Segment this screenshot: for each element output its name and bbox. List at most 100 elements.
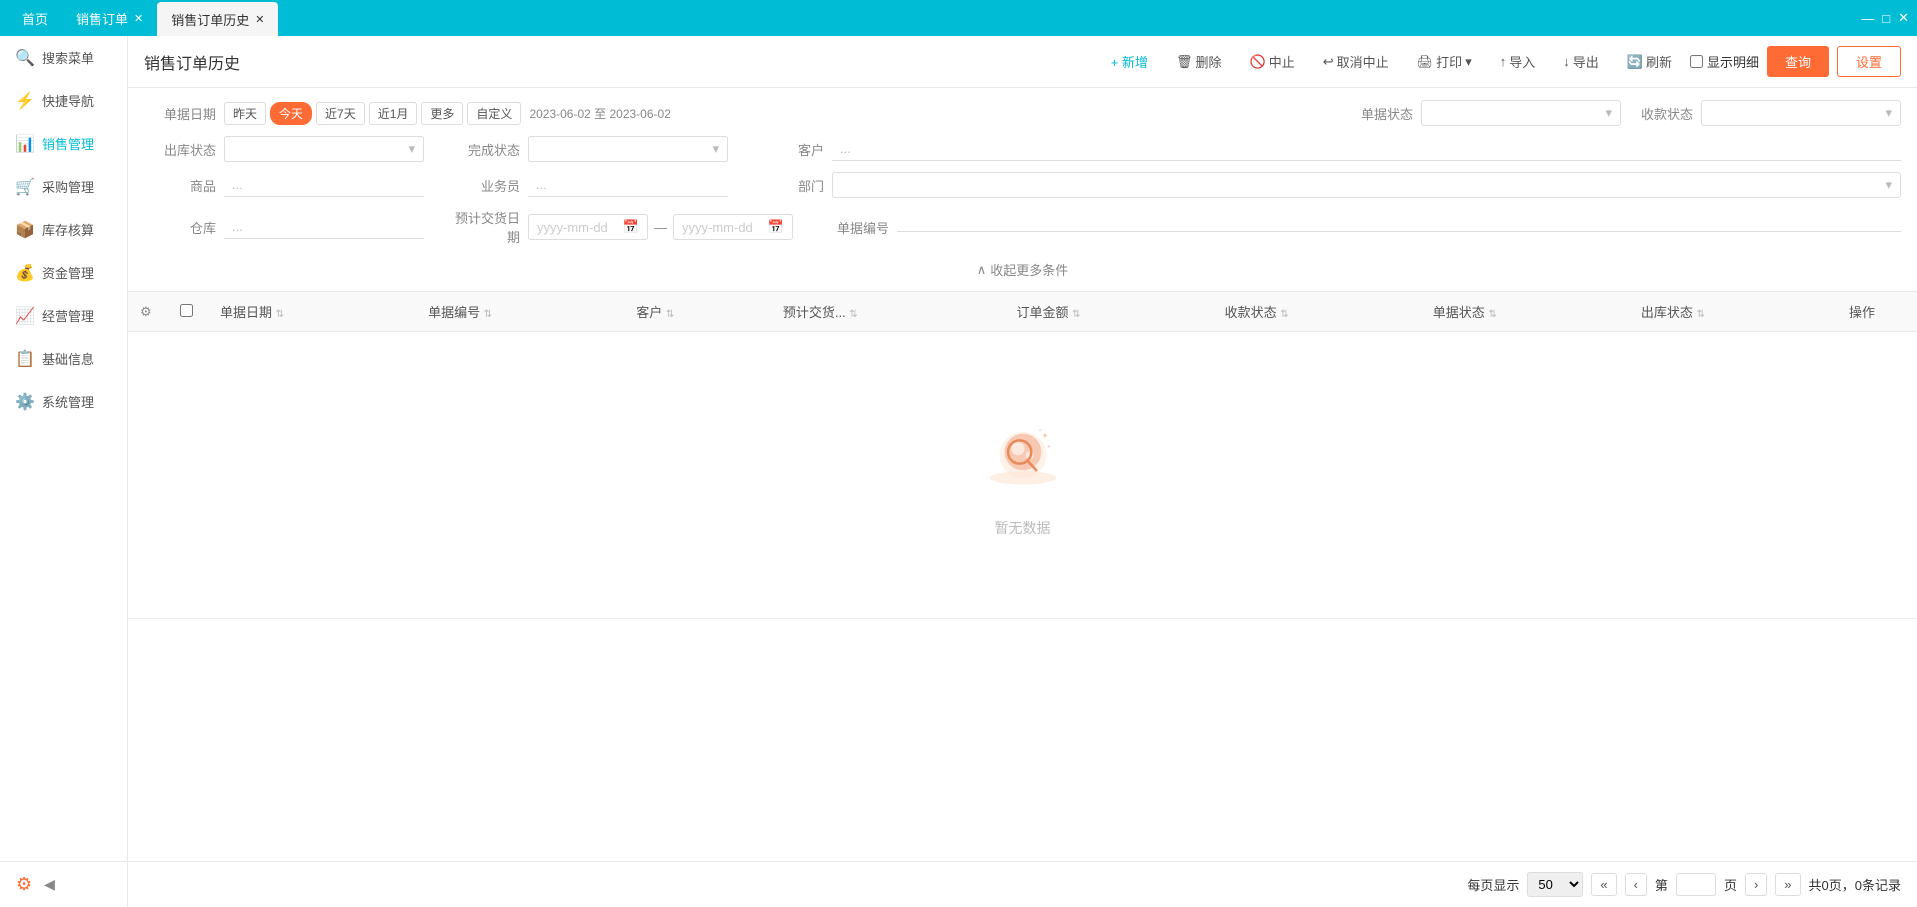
sidebar-item-quick-nav[interactable]: ⚡ 快捷导航 <box>0 79 127 122</box>
tab-sales-order-close[interactable]: ✕ <box>134 12 143 25</box>
calendar-icon-from: 📅 <box>623 219 639 235</box>
main-layout: 🔍 搜索菜单 ⚡ 快捷导航 📊 销售管理 🛒 采购管理 📦 库存核算 💰 资金管… <box>0 36 1917 907</box>
table-th-operation: 操作 <box>1837 292 1917 332</box>
sales-person-input[interactable]: ... <box>528 173 728 197</box>
collapse-link[interactable]: ∧ 收起更多条件 <box>144 256 1901 279</box>
table-th-amount[interactable]: 订单金额 ⇅ <box>1005 292 1213 332</box>
sidebar-item-sys-mgmt[interactable]: ⚙️ 系统管理 <box>0 380 127 423</box>
stop-button[interactable]: 🚫 中止 <box>1240 47 1305 76</box>
order-number-input[interactable] <box>897 223 1901 232</box>
minimize-button[interactable]: — <box>1861 11 1874 26</box>
table-th-order-status[interactable]: 单据状态 ⇅ <box>1421 292 1629 332</box>
query-button[interactable]: 查询 <box>1767 46 1829 77</box>
sidebar-item-sys-mgmt-label: 系统管理 <box>42 392 94 411</box>
import-button[interactable]: ↑ 导入 <box>1490 47 1546 76</box>
tab-sales-order-history[interactable]: 销售订单历史 ✕ <box>157 2 278 36</box>
settings-button[interactable]: 设置 <box>1837 46 1901 77</box>
sort-delivery-icon: ⇅ <box>849 309 857 320</box>
tab-sales-order-history-close[interactable]: ✕ <box>255 13 264 26</box>
outbound-status-select[interactable]: ▾ <box>224 136 424 162</box>
order-status-label: 单据状态 <box>1341 104 1421 123</box>
completion-status-select[interactable]: ▾ <box>528 136 728 162</box>
delete-button[interactable]: 🗑 删除 <box>1166 47 1232 76</box>
product-input[interactable]: ... <box>224 173 424 197</box>
receipt-status-label: 收款状态 <box>1621 104 1701 123</box>
sidebar-item-inventory[interactable]: 📦 库存核算 <box>0 208 127 251</box>
sidebar-item-base-info-label: 基础信息 <box>42 349 94 368</box>
sidebar-item-finance[interactable]: 💰 资金管理 <box>0 251 127 294</box>
table-th-date[interactable]: 单据日期 ⇅ <box>208 292 416 332</box>
sidebar-bottom: ⚙ ◀ <box>0 861 127 907</box>
receipt-status-select[interactable]: ▾ <box>1701 100 1901 126</box>
customer-input[interactable]: ... <box>832 137 1901 161</box>
sales-person-label: 业务员 <box>448 176 528 195</box>
svg-text:✦: ✦ <box>1046 444 1051 451</box>
export-button[interactable]: ↓ 导出 <box>1553 47 1609 76</box>
calendar-icon-to: 📅 <box>768 219 784 235</box>
table-th-receipt-status[interactable]: 收款状态 ⇅ <box>1213 292 1421 332</box>
close-button[interactable]: ✕ <box>1898 10 1909 26</box>
print-icon: 🖨 <box>1417 54 1434 70</box>
delivery-date-to[interactable]: yyyy-mm-dd 📅 <box>673 214 793 240</box>
export-icon: ↓ <box>1563 54 1570 69</box>
sidebar-collapse-icon[interactable]: ◀ <box>44 876 55 893</box>
table-gear-icon[interactable]: ⚙ <box>140 304 152 319</box>
per-page-select[interactable]: 50 10 20 100 <box>1527 872 1583 897</box>
last-page-button[interactable]: » <box>1775 873 1800 896</box>
sales-icon: 📊 <box>16 135 34 153</box>
empty-row: ✦ ✦ ✦ 暂无数据 <box>128 332 1917 619</box>
delete-icon: 🗑 <box>1176 54 1193 70</box>
tab-sales-order[interactable]: 销售订单 ✕ <box>62 0 157 36</box>
finance-icon: 💰 <box>16 264 34 282</box>
delivery-date-from[interactable]: yyyy-mm-dd 📅 <box>528 214 648 240</box>
table-th-number[interactable]: 单据编号 ⇅ <box>416 292 624 332</box>
date-btn-7days[interactable]: 近7天 <box>316 102 365 125</box>
show-detail-checkbox-label[interactable]: 显示明细 <box>1690 52 1759 71</box>
page-input[interactable]: 1 <box>1676 873 1716 896</box>
table-th-checkbox <box>168 292 208 332</box>
first-page-button[interactable]: « <box>1591 873 1616 896</box>
maximize-button[interactable]: □ <box>1882 11 1890 26</box>
total-info: 共0页，0条记录 <box>1809 875 1901 894</box>
filter-row-2: 出库状态 ▾ 完成状态 ▾ 客户 ... <box>144 136 1901 162</box>
tab-home-label: 首页 <box>22 9 48 28</box>
prev-page-button[interactable]: ‹ <box>1625 873 1647 896</box>
sidebar-item-purchase-mgmt[interactable]: 🛒 采购管理 <box>0 165 127 208</box>
table-th-customer[interactable]: 客户 ⇅ <box>624 292 771 332</box>
date-btn-today[interactable]: 今天 <box>270 102 312 125</box>
sidebar-item-base-info[interactable]: 📋 基础信息 <box>0 337 127 380</box>
tab-home[interactable]: 首页 <box>8 0 62 36</box>
sidebar-item-search-menu[interactable]: 🔍 搜索菜单 <box>0 36 127 79</box>
tab-sales-order-label: 销售订单 <box>76 9 128 28</box>
date-btn-1month[interactable]: 近1月 <box>369 102 418 125</box>
select-all-checkbox[interactable] <box>180 304 193 317</box>
pagination: 每页显示 50 10 20 100 « ‹ 第 1 页 › » 共0页，0条记录 <box>128 861 1917 907</box>
sidebar-item-sales-mgmt[interactable]: 📊 销售管理 <box>0 122 127 165</box>
filter-row-1: 单据日期 昨天 今天 近7天 近1月 更多 自定义 2023-06-02 至 2… <box>144 100 1901 126</box>
print-button[interactable]: 🖨 打印 ▾ <box>1407 47 1482 76</box>
search-icon: 🔍 <box>16 49 34 67</box>
cancel-stop-button[interactable]: ↩ 取消中止 <box>1313 47 1399 76</box>
date-label: 单据日期 <box>144 104 224 123</box>
sidebar-item-operations[interactable]: 📈 经营管理 <box>0 294 127 337</box>
show-detail-checkbox[interactable] <box>1690 55 1703 68</box>
cancel-stop-icon: ↩ <box>1323 54 1334 70</box>
sidebar-settings-icon[interactable]: ⚙ <box>16 874 32 895</box>
next-page-button[interactable]: › <box>1745 873 1767 896</box>
date-btn-custom[interactable]: 自定义 <box>467 102 521 125</box>
date-btn-yesterday[interactable]: 昨天 <box>224 102 266 125</box>
operations-icon: 📈 <box>16 307 34 325</box>
date-btn-more[interactable]: 更多 <box>421 102 463 125</box>
department-select[interactable]: ▾ <box>832 172 1901 198</box>
refresh-button[interactable]: 🔄 刷新 <box>1617 47 1682 76</box>
refresh-icon: 🔄 <box>1627 54 1643 70</box>
sort-number-icon: ⇅ <box>484 309 492 320</box>
table-th-outbound-status[interactable]: 出库状态 ⇅ <box>1629 292 1837 332</box>
table-th-delivery[interactable]: 预计交货... ⇅ <box>771 292 1005 332</box>
table-container: ⚙ 单据日期 ⇅ 单据编号 ⇅ <box>128 292 1917 861</box>
order-status-select[interactable]: ▾ <box>1421 100 1621 126</box>
new-button[interactable]: + 新增 <box>1101 47 1158 76</box>
empty-illustration: ✦ ✦ ✦ <box>973 412 1073 502</box>
warehouse-input[interactable]: ... <box>224 215 424 239</box>
outbound-status-chevron: ▾ <box>408 141 415 157</box>
